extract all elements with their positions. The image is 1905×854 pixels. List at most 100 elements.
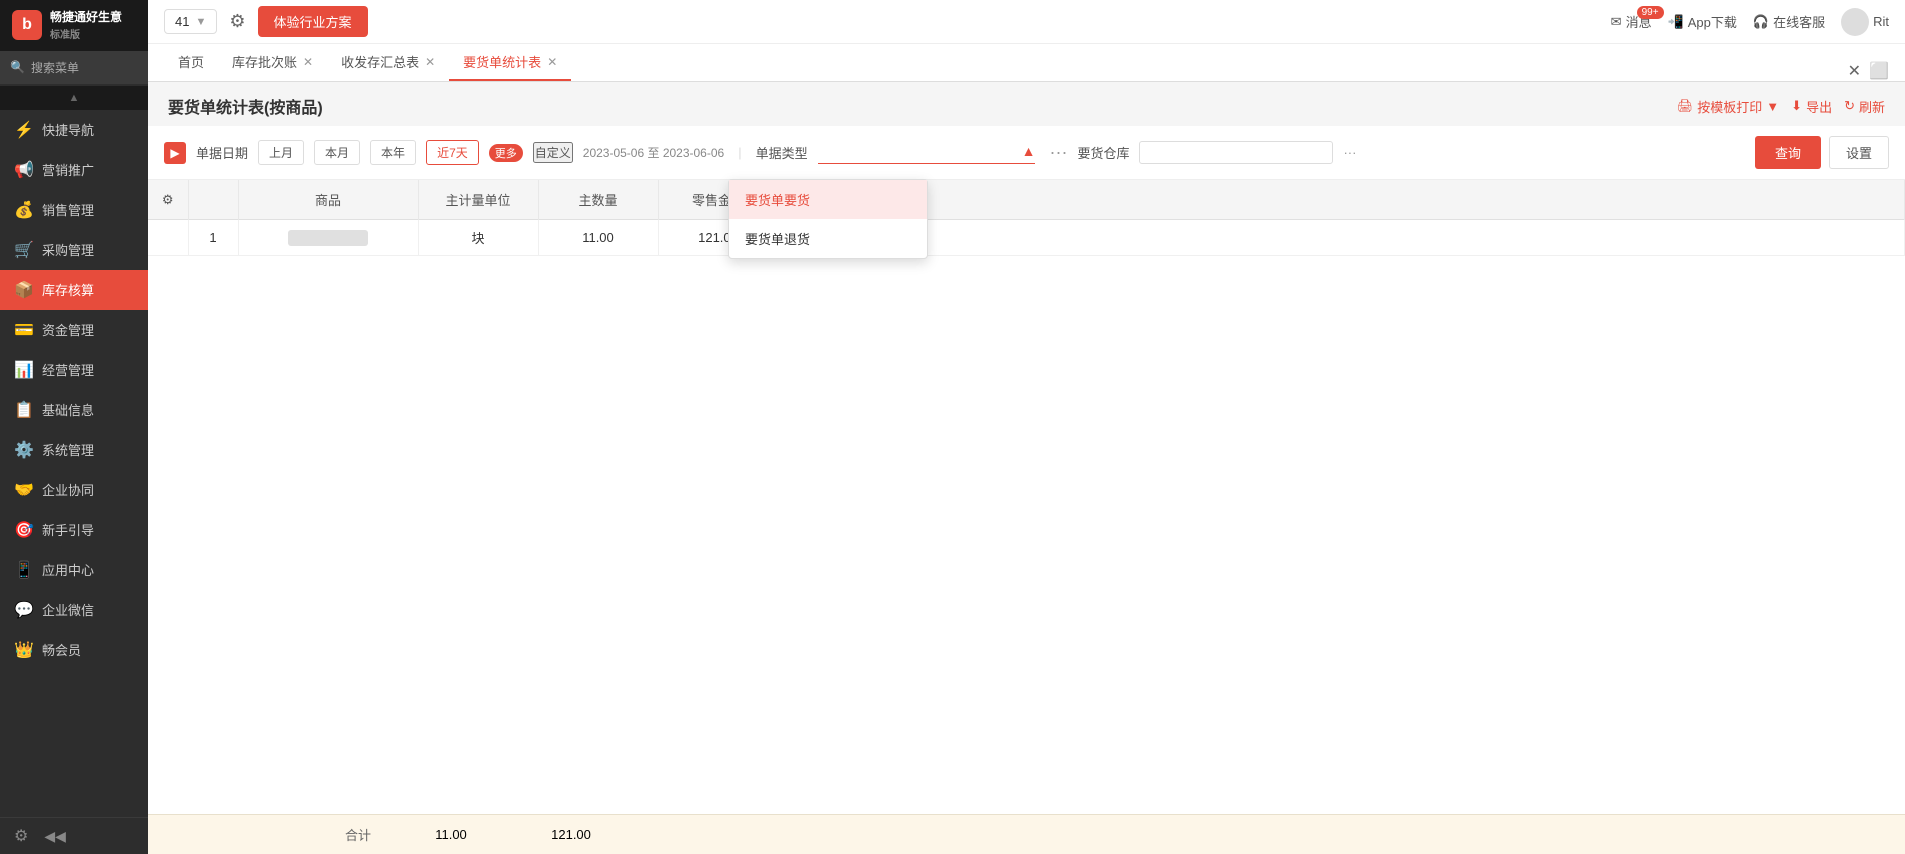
sidebar-item-finance[interactable]: 💳 资金管理 [0,310,148,350]
date-custom-btn[interactable]: 自定义 [533,142,573,163]
sidebar-item-purchase[interactable]: 🛒 采购管理 [0,230,148,270]
type-filter-input[interactable] [818,142,1018,161]
col-seq-header [188,180,238,220]
sidebar-item-member[interactable]: 👑 畅会员 [0,630,148,670]
message-button[interactable]: ✉ 消息 99+ [1611,12,1652,31]
sidebar-item-label: 库存核算 [42,280,94,299]
footer-qty: 11.00 [391,827,511,842]
tab-recv-summary-label: 收发存汇总表 [341,52,419,71]
footer-amount: 121.00 [511,827,631,842]
date-this-month[interactable]: 本月 [314,140,360,165]
sidebar-item-label: 销售管理 [42,200,94,219]
sidebar-item-wechat[interactable]: 💬 企业微信 [0,590,148,630]
col-product-header: 商品 [238,180,418,220]
dropdown-item-order-goods[interactable]: 要货单要货 [729,180,927,219]
refresh-icon: ↻ [1844,98,1855,114]
tab-home[interactable]: 首页 [164,44,218,81]
finance-icon: 💳 [14,320,34,340]
sidebar-item-label: 营销推广 [42,160,94,179]
sidebar-item-marketing[interactable]: 📢 营销推广 [0,150,148,190]
system-icon: ⚙️ [14,440,34,460]
export-button[interactable]: ⬇ 导出 [1791,97,1832,116]
guide-icon: 🎯 [14,520,34,540]
sidebar-item-quick-nav[interactable]: ⚡ 快捷导航 [0,110,148,150]
date-this-year[interactable]: 本年 [370,140,416,165]
row-settings-cell [148,220,188,256]
tab-expand-icon[interactable]: ⬜ [1869,61,1889,81]
row-unit-cell: 块 [418,220,538,256]
sidebar-item-label: 基础信息 [42,400,94,419]
org-name: 41 [175,14,189,29]
topbar-left: 41 ▼ ⚙ 体验行业方案 [164,6,368,37]
export-icon: ⬇ [1791,98,1802,114]
filter-expand-button[interactable]: ▶ [164,142,186,164]
message-badge: 99+ [1637,6,1664,19]
settings-button[interactable]: 设置 [1829,136,1889,169]
trial-button[interactable]: 体验行业方案 [258,6,368,37]
tab-inventory-batch[interactable]: 库存批次账 ✕ [218,44,327,81]
filter-actions: 查询 设置 [1755,136,1889,169]
query-button[interactable]: 查询 [1755,136,1821,169]
sidebar-item-label: 采购管理 [42,240,94,259]
warehouse-more-icon[interactable]: ··· [1343,145,1356,160]
date-last-7d[interactable]: 近7天 [426,140,479,165]
tab-order-summary[interactable]: 要货单统计表 ✕ [449,44,571,81]
sidebar-item-appstore[interactable]: 📱 应用中心 [0,550,148,590]
sidebar-item-label: 经营管理 [42,360,94,379]
type-filter-chevron[interactable]: ▲ [1022,143,1036,159]
base-icon: 📋 [14,400,34,420]
sidebar-item-system[interactable]: ⚙️ 系统管理 [0,430,148,470]
sidebar-search[interactable]: 🔍 搜索菜单 [0,51,148,84]
online-service-button[interactable]: 🎧 在线客服 [1753,12,1825,31]
date-more-badge[interactable]: 更多 [489,144,523,162]
product-name-blurred [288,230,368,246]
sidebar-collapse-top[interactable]: ▲ [0,86,148,110]
sidebar-item-guide[interactable]: 🎯 新手引导 [0,510,148,550]
app-download-button[interactable]: 📲 App下载 [1668,12,1737,31]
tab-inventory-batch-close[interactable]: ✕ [303,55,313,69]
sales-icon: 💰 [14,200,34,220]
sidebar-item-operation[interactable]: 📊 经营管理 [0,350,148,390]
search-icon: 🔍 [10,60,25,74]
print-button[interactable]: 🖨 按模板打印 ▼ [1677,97,1779,116]
type-filter-label: 单据类型 [756,143,808,162]
sidebar-item-base[interactable]: 📋 基础信息 [0,390,148,430]
filter-more-icon[interactable]: ··· [1049,142,1067,163]
avatar-image [1841,8,1869,36]
user-avatar[interactable]: Rit [1841,8,1889,36]
online-service-icon: 🎧 [1753,14,1769,30]
date-last-month[interactable]: 上月 [258,140,304,165]
sidebar-item-label: 资金管理 [42,320,94,339]
warehouse-input[interactable] [1139,141,1333,164]
search-label: 搜索菜单 [31,59,79,76]
table-header: ⚙ 商品 主计量单位 主数量 零售金额 [148,180,1905,220]
sidebar-item-inventory[interactable]: 📦 库存核算 [0,270,148,310]
tab-recv-summary[interactable]: 收发存汇总表 ✕ [327,44,449,81]
enterprise-icon: 🤝 [14,480,34,500]
footer-label: 合计 [160,825,371,844]
topbar-settings-icon[interactable]: ⚙ [229,11,245,32]
tab-order-summary-close[interactable]: ✕ [547,55,557,69]
filter-sep: | [738,145,741,160]
sidebar-settings-icon[interactable]: ⚙ [14,826,28,846]
dropdown-item-order-return[interactable]: 要货单退货 [729,219,927,258]
org-selector[interactable]: 41 ▼ [164,9,217,34]
member-icon: 👑 [14,640,34,660]
tab-close-all-icon[interactable]: ✕ [1848,61,1861,81]
quick-nav-icon: ⚡ [14,120,34,140]
tab-home-label: 首页 [178,52,204,71]
table-footer: 合计 11.00 121.00 [148,814,1905,854]
print-chevron-icon: ▼ [1766,99,1779,114]
refresh-button[interactable]: ↻ 刷新 [1844,97,1885,116]
sidebar-collapse-icon[interactable]: ◀◀ [44,828,66,845]
page-header: 要货单统计表(按商品) 🖨 按模板打印 ▼ ⬇ 导出 ↻ 刷新 [148,82,1905,126]
tab-inventory-batch-label: 库存批次账 [232,52,297,71]
inventory-icon: 📦 [14,280,34,300]
tab-recv-summary-close[interactable]: ✕ [425,55,435,69]
sidebar-item-label: 企业协同 [42,480,94,499]
col-settings-header[interactable]: ⚙ [148,180,188,220]
sidebar-item-enterprise[interactable]: 🤝 企业协同 [0,470,148,510]
type-filter-wrapper: ▲ [818,142,1036,164]
data-table: ⚙ 商品 主计量单位 主数量 零售金额 1 [148,180,1905,256]
sidebar-item-sales[interactable]: 💰 销售管理 [0,190,148,230]
